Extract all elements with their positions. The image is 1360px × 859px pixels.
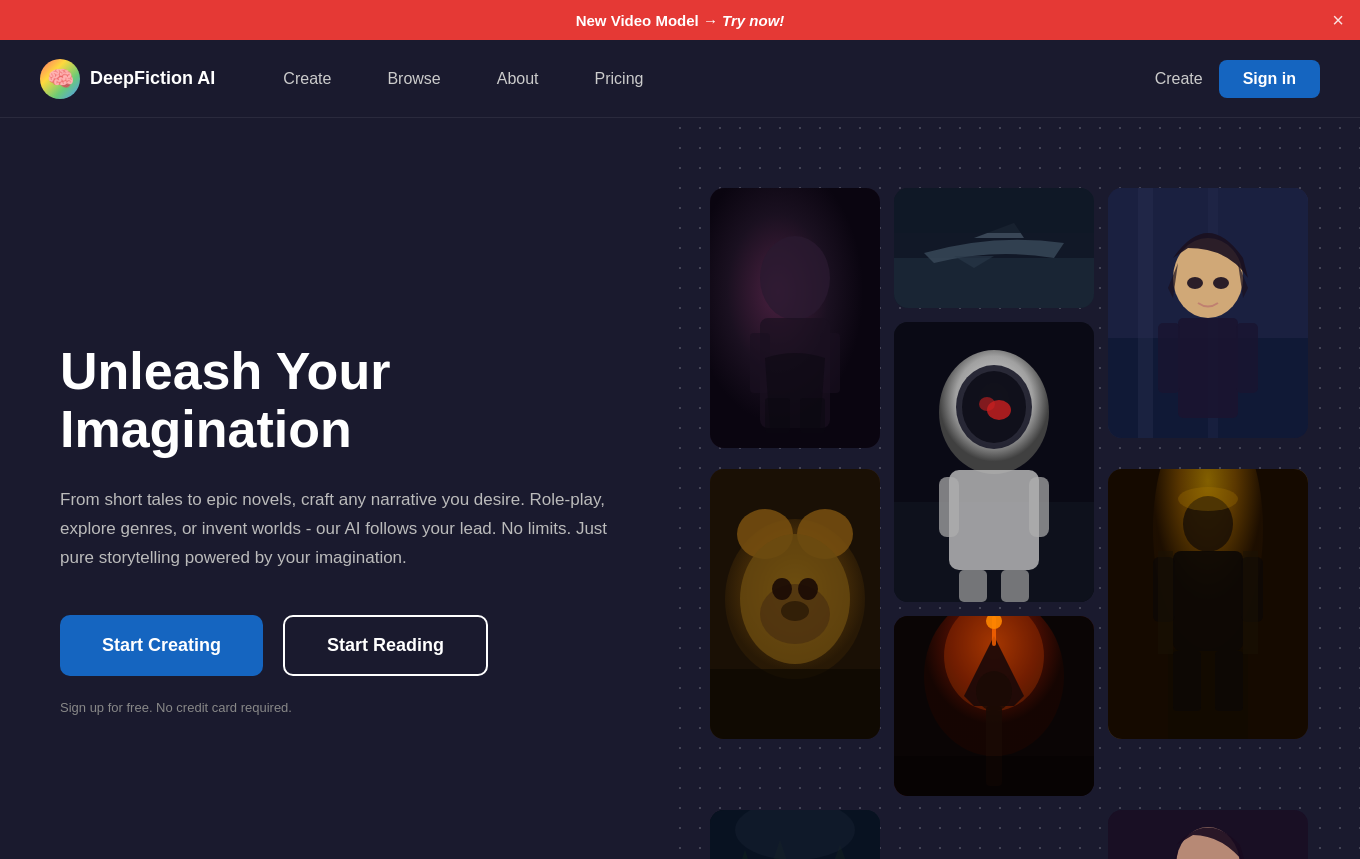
start-reading-button[interactable]: Start Reading [283,615,488,676]
hero-image-area [670,118,1360,859]
svg-rect-62 [1173,551,1243,651]
logo-icon: 🧠 [40,59,80,99]
svg-point-54 [1213,277,1229,289]
hero-section: Unleash Your Imagination From short tale… [0,118,1360,859]
svg-point-34 [979,397,995,411]
nav-browse[interactable]: Browse [359,40,468,118]
svg-point-43 [976,671,1012,711]
navbar: 🧠 DeepFiction AI Create Browse About Pri… [0,40,1360,118]
svg-rect-26 [894,258,1094,308]
svg-rect-57 [1236,323,1258,393]
image-villain [1108,469,1308,739]
nav-create[interactable]: Create [255,40,359,118]
banner-title: New Video Model [576,12,699,29]
svg-rect-37 [1029,477,1049,537]
signin-button[interactable]: Sign in [1219,60,1320,98]
svg-rect-5 [765,398,790,433]
svg-rect-56 [1158,323,1180,393]
svg-rect-65 [1173,651,1201,711]
signup-note: Sign up for free. No credit card require… [60,700,610,715]
svg-rect-6 [800,398,825,433]
svg-point-15 [781,601,809,621]
start-creating-button[interactable]: Start Creating [60,615,263,676]
svg-rect-16 [710,669,880,739]
svg-rect-55 [1178,318,1238,418]
svg-rect-38 [959,570,987,602]
banner-arrow: → [703,12,718,29]
announcement-banner: New Video Model → Try now! × [0,0,1360,40]
hero-buttons: Start Creating Start Reading [60,615,610,676]
image-dark-mage [894,616,1094,796]
svg-rect-39 [1001,570,1029,602]
banner-close-button[interactable]: × [1332,10,1344,30]
nav-actions: Create Sign in [1155,60,1320,98]
svg-point-14 [798,578,818,600]
image-woman-action [710,188,880,448]
nav-pricing[interactable]: Pricing [567,40,672,118]
svg-point-1 [760,236,830,320]
hero-description: From short tales to epic novels, craft a… [60,486,610,573]
image-bear [710,469,880,739]
svg-rect-50 [1138,188,1153,438]
nav-links: Create Browse About Pricing [255,40,1154,118]
svg-rect-35 [949,470,1039,570]
banner-cta[interactable]: Try now! [722,12,784,29]
image-astronaut [894,322,1094,602]
image-forest [710,810,880,859]
svg-rect-66 [1215,651,1243,711]
svg-rect-27 [894,188,1094,233]
svg-point-67 [1178,487,1238,511]
nav-about[interactable]: About [469,40,567,118]
svg-rect-36 [939,477,959,537]
svg-point-53 [1187,277,1203,289]
image-grid [690,148,1360,859]
hero-title: Unleash Your Imagination [60,343,610,457]
logo-link[interactable]: 🧠 DeepFiction AI [40,59,215,99]
svg-rect-47 [894,756,1094,796]
banner-text: New Video Model → Try now! [576,12,785,29]
image-anime-girl [1108,188,1308,438]
image-plane [894,188,1094,308]
svg-point-13 [772,578,792,600]
image-woman-portrait [1108,810,1308,859]
svg-rect-73 [1108,810,1308,859]
nav-create-secondary[interactable]: Create [1155,70,1203,88]
logo-text: DeepFiction AI [90,68,215,89]
hero-content: Unleash Your Imagination From short tale… [0,118,670,859]
